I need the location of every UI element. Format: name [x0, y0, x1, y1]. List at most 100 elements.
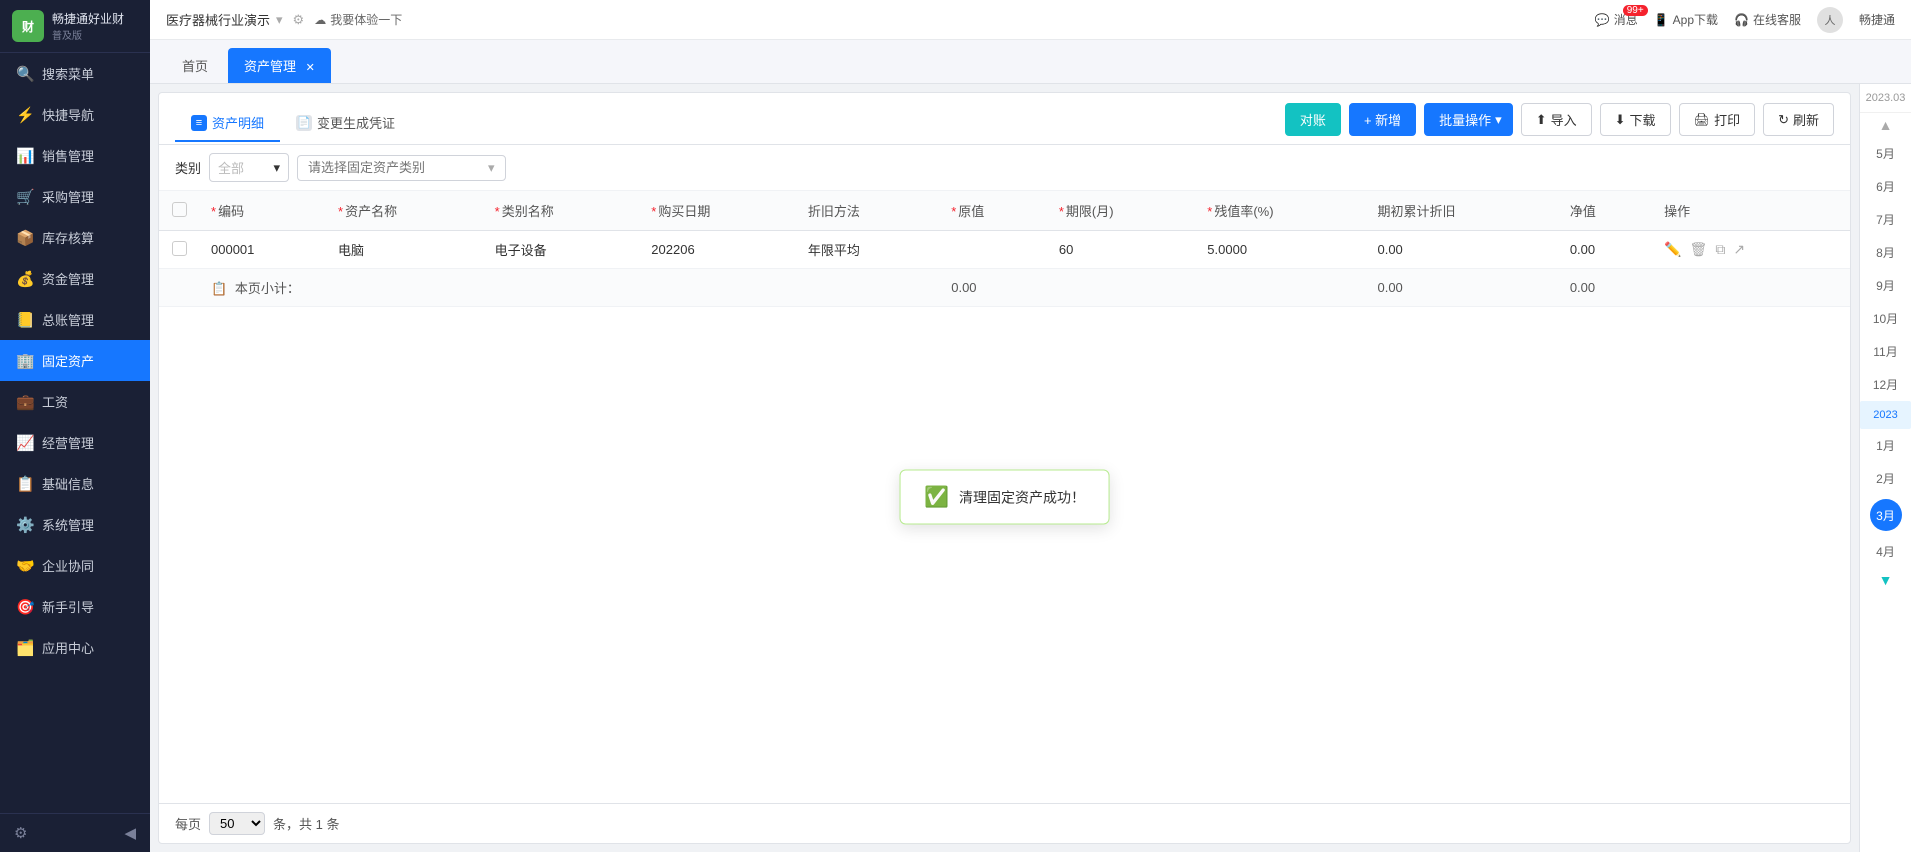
settings-gear-icon[interactable]: ⚙	[293, 12, 305, 28]
total-count-label: 条，共 1 条	[273, 814, 339, 833]
app-logo-icon: 财	[12, 10, 44, 42]
right-panel-month-4[interactable]: 4月	[1860, 535, 1911, 568]
cell-purchase-date: 202206	[639, 231, 796, 269]
sidebar-item-enterprise[interactable]: 🤝 企业协同	[0, 545, 150, 586]
sidebar-item-sales[interactable]: 📊 销售管理	[0, 135, 150, 176]
refresh-label: 刷新	[1793, 110, 1819, 129]
header-right: 💬 消息 99+ 📱 App下载 🎧 在线客服 人 畅捷通	[1595, 7, 1895, 33]
sidebar-item-purchase[interactable]: 🛒 采购管理	[0, 176, 150, 217]
right-panel-up-icon[interactable]: ▲	[1879, 117, 1893, 133]
right-panel-down-icon[interactable]: ▼	[1879, 572, 1893, 588]
category-select[interactable]: 全部 ▾	[209, 153, 289, 182]
sidebar-item-search[interactable]: 🔍 搜索菜单	[0, 53, 150, 94]
toast-overlay: ✅ 清理固定资产成功！	[899, 470, 1110, 525]
right-panel: 2023.03 ▲ 5月 6月 7月 8月 9月 10月 11月 12月 202…	[1859, 84, 1911, 852]
reconcile-button[interactable]: 对账	[1285, 103, 1341, 136]
sidebar-item-guide[interactable]: 🎯 新手引导	[0, 586, 150, 627]
page-size-select[interactable]: 50 100 200	[209, 812, 265, 835]
app-version: 普及版	[52, 27, 124, 42]
company-selector[interactable]: 医疗器械行业演示 ▾	[166, 10, 283, 29]
refresh-icon: ↻	[1778, 112, 1789, 128]
delete-icon[interactable]: 🗑	[1690, 241, 1708, 258]
col-depreciation-method: 折旧方法	[796, 191, 939, 231]
download-button[interactable]: ⬇ 下载	[1600, 103, 1671, 136]
sidebar-item-operations[interactable]: 📈 经营管理	[0, 422, 150, 463]
sidebar-item-funds[interactable]: 💰 资金管理	[0, 258, 150, 299]
sub-tab-asset-detail-label: 资产明细	[212, 113, 264, 132]
experience-btn[interactable]: ☁ 我要体验一下	[314, 11, 402, 28]
right-panel-month-12[interactable]: 12月	[1860, 368, 1911, 401]
inventory-icon: 📦	[16, 229, 34, 247]
right-panel-month-7[interactable]: 7月	[1860, 203, 1911, 236]
sidebar-item-inventory[interactable]: 📦 库存核算	[0, 217, 150, 258]
right-panel-current-month[interactable]: 3月	[1870, 499, 1902, 531]
online-service-btn[interactable]: 🎧 在线客服	[1734, 11, 1801, 28]
collapse-icon[interactable]: ◀	[124, 824, 136, 842]
category-input-dropdown-icon: ▾	[488, 160, 495, 176]
col-actions: 操作	[1652, 191, 1850, 231]
refresh-button[interactable]: ↻ 刷新	[1763, 103, 1834, 136]
cell-opening-depr: 0.00	[1365, 231, 1557, 269]
sidebar-item-label: 资金管理	[42, 269, 94, 288]
right-panel-month-11[interactable]: 11月	[1860, 335, 1911, 368]
top-header: 医疗器械行业演示 ▾ ⚙ ☁ 我要体验一下 💬 消息 99+ 📱 App下载 🎧…	[150, 0, 1911, 40]
sidebar-item-label: 经营管理	[42, 433, 94, 452]
row-action-icons: ✏️ 🗑 ⧉ ↗	[1664, 241, 1838, 258]
export-button[interactable]: ⬆ 导入	[1521, 103, 1592, 136]
content-area: ≡ 资产明细 📄 变更生成凭证 对账 + 新增 批量操作	[150, 84, 1911, 852]
right-panel-month-9[interactable]: 9月	[1860, 269, 1911, 302]
table-row: 000001 电脑 电子设备 202206 年限平均 60 5.0000 0.0…	[159, 231, 1850, 269]
table-wrap[interactable]: *编码 *资产名称 *类别名称 *购买日期 折旧方法 *原值 *期限(月) *残…	[159, 191, 1850, 307]
print-button[interactable]: 🖨 打印	[1679, 103, 1756, 136]
col-name: *资产名称	[326, 191, 483, 231]
sidebar-item-basics[interactable]: 📋 基础信息	[0, 463, 150, 504]
payroll-icon: 💼	[16, 393, 34, 411]
app-download-icon: 📱	[1654, 13, 1669, 27]
copy-icon[interactable]: ⧉	[1715, 241, 1725, 258]
category-select-icon: ▾	[273, 160, 280, 176]
cell-period-months: 60	[1047, 231, 1195, 269]
download-label: 下载	[1630, 110, 1656, 129]
right-panel-month-5[interactable]: 5月	[1860, 137, 1911, 170]
app-download-label: App下载	[1673, 11, 1718, 28]
subtotal-empty	[159, 269, 199, 307]
right-panel-month-2[interactable]: 2月	[1860, 462, 1911, 495]
ledger-icon: 📒	[16, 311, 34, 329]
more-icon[interactable]: ↗	[1733, 241, 1745, 258]
sidebar-logo: 财 畅捷通好业财 普及版	[0, 0, 150, 53]
app-download-btn[interactable]: 📱 App下载	[1654, 11, 1718, 28]
sub-tab-asset-detail[interactable]: ≡ 资产明细	[175, 105, 280, 142]
tab-asset-mgmt[interactable]: 资产管理 ✕	[228, 48, 331, 83]
category-input-wrap[interactable]: ▾	[297, 155, 506, 181]
funds-icon: 💰	[16, 270, 34, 288]
sidebar-item-system[interactable]: ⚙️ 系统管理	[0, 504, 150, 545]
sub-tab-change-voucher[interactable]: 📄 变更生成凭证	[280, 105, 411, 142]
subtotal-opening-depr: 0.00	[1365, 269, 1557, 307]
right-panel-month-10[interactable]: 10月	[1860, 302, 1911, 335]
right-panel-month-1[interactable]: 1月	[1860, 429, 1911, 462]
sidebar-item-fixed-assets[interactable]: 🏢 固定资产	[0, 340, 150, 381]
sidebar-item-quick-nav[interactable]: ⚡ 快捷导航	[0, 94, 150, 135]
sidebar-item-app-center[interactable]: 🗂️ 应用中心	[0, 627, 150, 668]
sidebar-item-label: 企业协同	[42, 556, 94, 575]
asset-detail-tab-icon: ≡	[191, 115, 207, 131]
tab-close-icon[interactable]: ✕	[306, 62, 315, 74]
header-checkbox[interactable]	[172, 202, 187, 217]
search-icon: 🔍	[16, 65, 34, 83]
batch-button[interactable]: 批量操作 ▾	[1424, 103, 1513, 136]
message-badge: 99+	[1623, 5, 1648, 16]
right-panel-month-6[interactable]: 6月	[1860, 170, 1911, 203]
message-btn[interactable]: 💬 消息 99+	[1595, 11, 1638, 28]
right-panel-month-8[interactable]: 8月	[1860, 236, 1911, 269]
settings-icon[interactable]: ⚙	[14, 824, 27, 842]
new-button[interactable]: + 新增	[1349, 103, 1416, 136]
system-icon: ⚙️	[16, 516, 34, 534]
row-checkbox[interactable]	[172, 241, 187, 256]
sidebar-item-ledger[interactable]: 📒 总账管理	[0, 299, 150, 340]
subtotal-actions-empty	[1652, 269, 1850, 307]
category-input[interactable]	[308, 160, 488, 175]
app-logo-text: 畅捷通好业财 普及版	[52, 10, 124, 42]
tab-home[interactable]: 首页	[166, 48, 224, 83]
sidebar-item-payroll[interactable]: 💼 工资	[0, 381, 150, 422]
edit-icon[interactable]: ✏️	[1664, 241, 1681, 258]
